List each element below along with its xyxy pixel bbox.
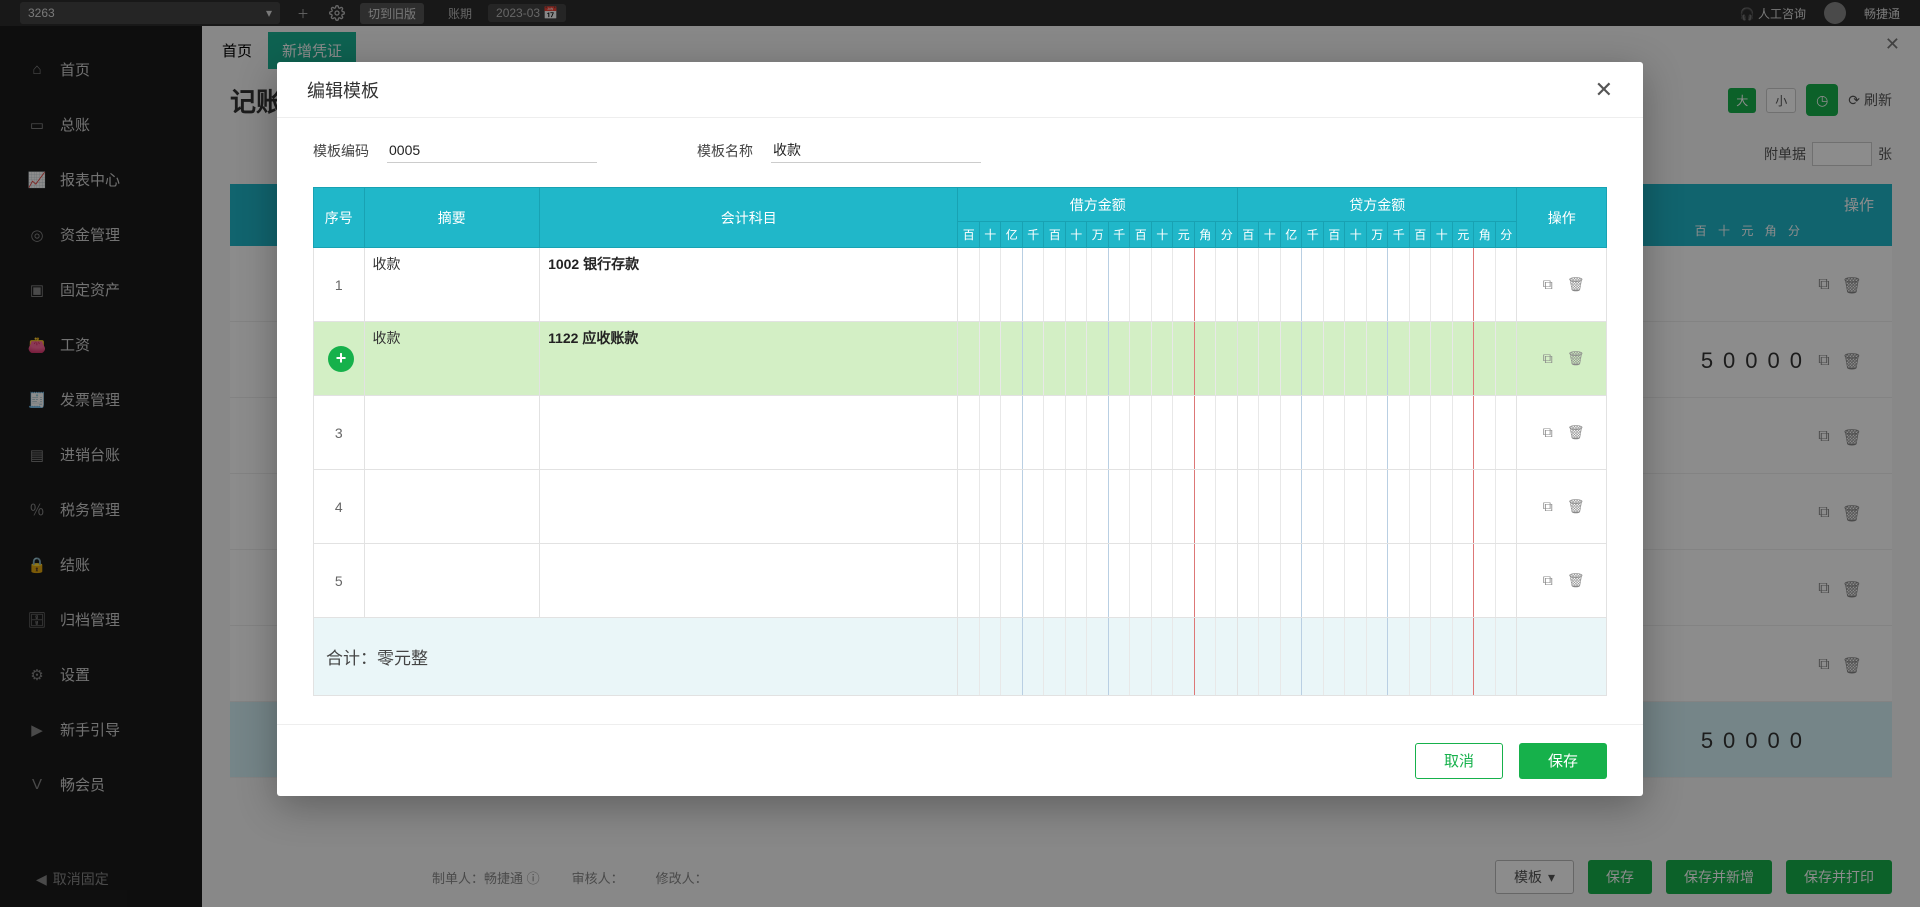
col-subject: 会计科目 [540,188,958,248]
row-debit[interactable] [958,396,1238,470]
copy-icon[interactable]: ⧉ [1538,423,1558,443]
row-credit[interactable] [1237,470,1517,544]
digit-header: 十 [1065,222,1087,248]
digit-header: 十 [979,222,1001,248]
row-credit[interactable] [1237,396,1517,470]
table-row[interactable]: 1收款1002 银行存款⧉🗑 [314,248,1607,322]
row-credit[interactable] [1237,544,1517,618]
row-subject[interactable] [540,396,958,470]
row-credit[interactable] [1237,322,1517,396]
digit-header: 百 [1237,222,1259,248]
digit-header: 元 [1452,222,1474,248]
template-table: 序号 摘要 会计科目 借方金额 贷方金额 操作 百十亿千百十万千百十元角分百十亿… [313,187,1607,696]
digit-header: 百 [1409,222,1431,248]
digit-header: 角 [1194,222,1216,248]
trash-icon[interactable]: 🗑 [1566,275,1586,295]
total-label: 合计：零元整 [314,618,958,696]
row-credit[interactable] [1237,248,1517,322]
modal-close-button[interactable]: ✕ [1595,77,1613,103]
modal-title: 编辑模板 [307,77,379,103]
digit-header: 百 [1044,222,1066,248]
modal-cancel-button[interactable]: 取消 [1415,743,1503,779]
row-index: + [314,322,365,396]
digit-header: 千 [1302,222,1324,248]
total-debit [958,618,1238,696]
digit-header: 亿 [1001,222,1023,248]
table-row[interactable]: 5⧉🗑 [314,544,1607,618]
row-subject[interactable] [540,470,958,544]
digit-header: 千 [1108,222,1130,248]
digit-header: 千 [1022,222,1044,248]
trash-icon[interactable]: 🗑 [1566,571,1586,591]
digit-header: 亿 [1280,222,1302,248]
row-subject[interactable]: 1002 银行存款 [540,248,958,322]
digit-header: 十 [1431,222,1453,248]
row-ops: ⧉🗑 [1517,322,1607,396]
template-name-input[interactable] [771,138,981,163]
copy-icon[interactable]: ⧉ [1538,349,1558,369]
row-ops: ⧉🗑 [1517,396,1607,470]
row-summary[interactable]: 收款 [364,322,540,396]
digit-header: 千 [1388,222,1410,248]
col-idx: 序号 [314,188,365,248]
row-index: 3 [314,396,365,470]
digit-header: 十 [1345,222,1367,248]
row-debit[interactable] [958,322,1238,396]
digit-header: 十 [1151,222,1173,248]
copy-icon[interactable]: ⧉ [1538,497,1558,517]
template-code-input[interactable] [387,138,597,163]
row-ops: ⧉🗑 [1517,470,1607,544]
row-summary[interactable] [364,544,540,618]
trash-icon[interactable]: 🗑 [1566,497,1586,517]
col-credit: 贷方金额 [1237,188,1517,222]
col-ops: 操作 [1517,188,1607,248]
add-row-button[interactable]: + [328,346,354,372]
row-index: 5 [314,544,365,618]
template-name-label: 模板名称 [697,141,753,161]
row-ops: ⧉🗑 [1517,544,1607,618]
row-debit[interactable] [958,248,1238,322]
digit-header: 元 [1173,222,1195,248]
table-row[interactable]: 4⧉🗑 [314,470,1607,544]
row-index: 1 [314,248,365,322]
digit-header: 角 [1474,222,1496,248]
row-debit[interactable] [958,544,1238,618]
col-debit: 借方金额 [958,188,1238,222]
row-subject[interactable]: 1122 应收账款 [540,322,958,396]
modal-overlay: 编辑模板 ✕ 模板编码 模板名称 序 [0,0,1920,907]
row-summary[interactable] [364,396,540,470]
digit-header: 十 [1259,222,1281,248]
table-row[interactable]: +收款1122 应收账款⧉🗑 [314,322,1607,396]
copy-icon[interactable]: ⧉ [1538,275,1558,295]
digit-header: 百 [958,222,980,248]
row-subject[interactable] [540,544,958,618]
digit-header: 分 [1495,222,1517,248]
digit-header: 万 [1087,222,1109,248]
row-ops: ⧉🗑 [1517,248,1607,322]
digit-header: 分 [1216,222,1238,248]
trash-icon[interactable]: 🗑 [1566,349,1586,369]
modal-save-button[interactable]: 保存 [1519,743,1607,779]
digit-header: 万 [1366,222,1388,248]
table-row[interactable]: 3⧉🗑 [314,396,1607,470]
total-credit [1237,618,1517,696]
digit-header: 百 [1323,222,1345,248]
trash-icon[interactable]: 🗑 [1566,423,1586,443]
row-index: 4 [314,470,365,544]
copy-icon[interactable]: ⧉ [1538,571,1558,591]
digit-header: 百 [1130,222,1152,248]
template-code-label: 模板编码 [313,141,369,161]
col-summary: 摘要 [364,188,540,248]
total-ops [1517,618,1607,696]
row-summary[interactable]: 收款 [364,248,540,322]
row-debit[interactable] [958,470,1238,544]
row-summary[interactable] [364,470,540,544]
edit-template-modal: 编辑模板 ✕ 模板编码 模板名称 序 [277,62,1643,796]
